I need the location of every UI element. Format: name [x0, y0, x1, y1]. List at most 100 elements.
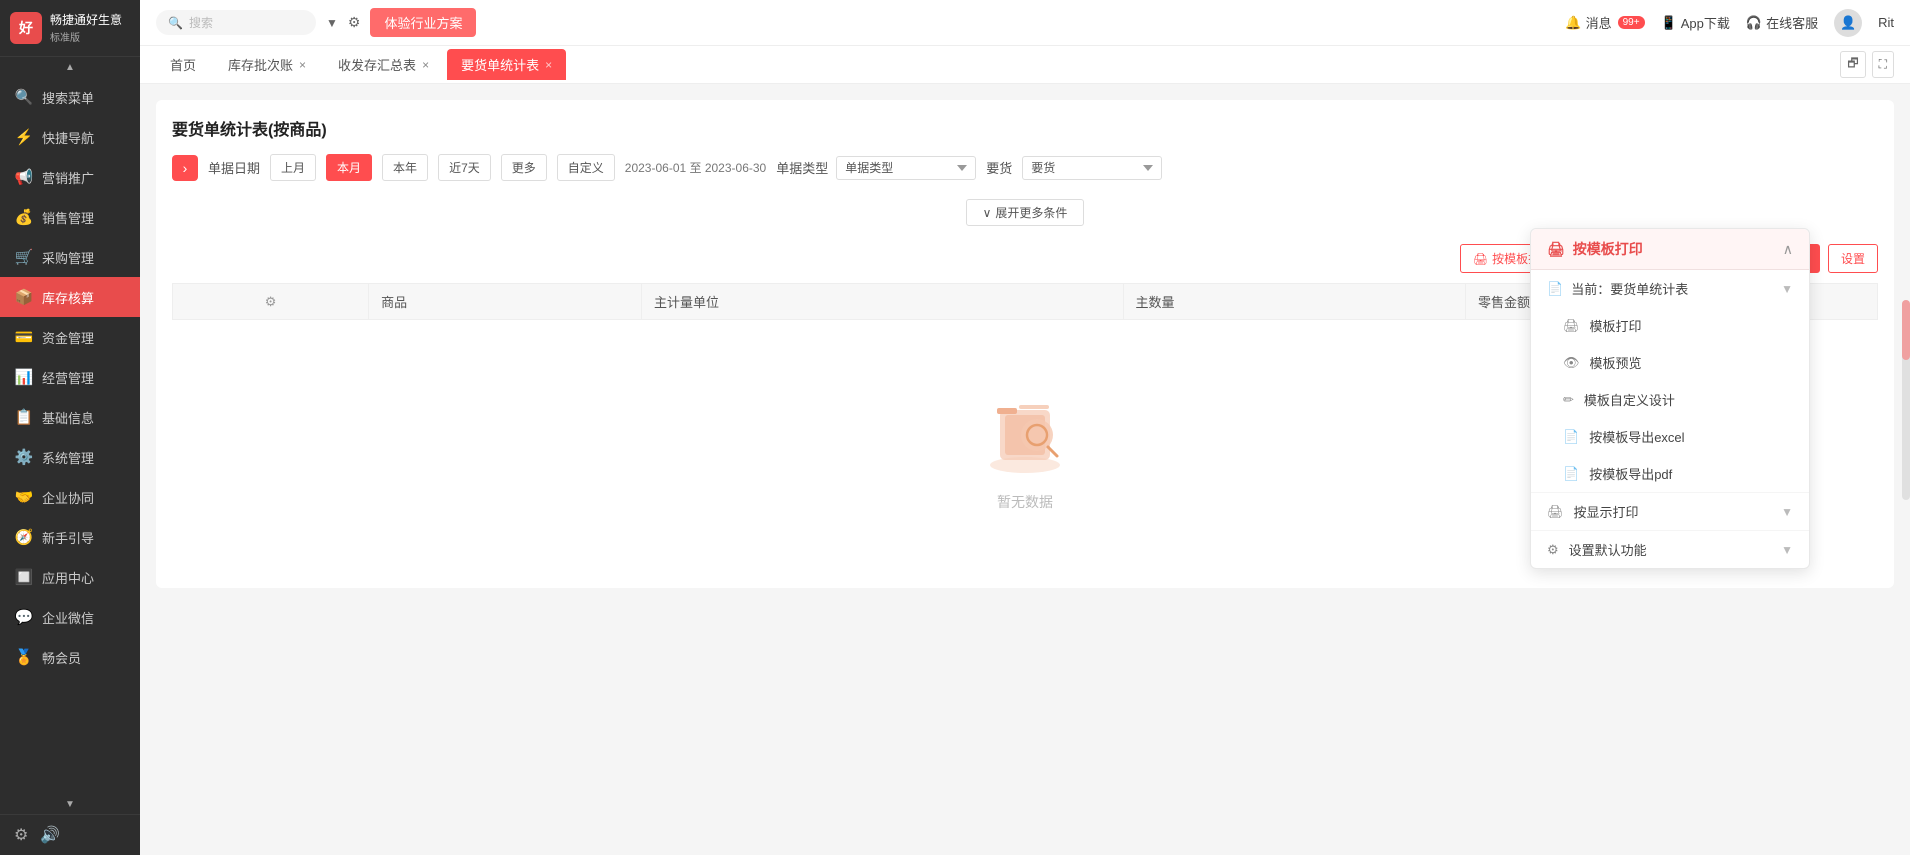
sidebar-item-newbie[interactable]: 🧭 新手引导	[0, 517, 140, 557]
tab-batch-account-close[interactable]: ×	[299, 58, 306, 72]
sidebar-scroll-up[interactable]: ▲	[0, 57, 140, 77]
sidebar-item-finance[interactable]: 💳 资金管理	[0, 317, 140, 357]
sidebar-item-sales[interactable]: 💰 销售管理	[0, 197, 140, 237]
tab-fullscreen-btn[interactable]: ⛶	[1872, 51, 1894, 78]
template-preview-icon: 👁	[1563, 355, 1580, 371]
online-service-btn[interactable]: 🎧 在线客服	[1746, 13, 1818, 32]
tab-order-summary-close[interactable]: ×	[545, 58, 552, 72]
gear-icon: ⚙	[265, 294, 277, 309]
dropdown-item-template-print[interactable]: 🖨 模板打印	[1531, 307, 1809, 344]
tab-home[interactable]: 首页	[156, 49, 210, 80]
settings-btn[interactable]: 设置	[1828, 244, 1878, 273]
sidebar-item-apps[interactable]: 🔲 应用中心	[0, 557, 140, 597]
sidebar-item-label: 搜索菜单	[42, 88, 94, 107]
newbie-icon: 🧭	[14, 527, 34, 547]
filter-row: › 单据日期 上月 本月 本年 近7天 更多 自定义 2023-06-01 至 …	[172, 154, 1878, 181]
sidebar-scroll-down[interactable]: ▼	[0, 794, 140, 814]
table-header-gear[interactable]: ⚙	[173, 284, 369, 320]
basic-icon: 📋	[14, 407, 34, 427]
table-header-unit: 主计量单位	[642, 284, 1124, 320]
app-download-btn[interactable]: 📱 App下载	[1661, 13, 1730, 32]
date-filter-label: 单据日期	[208, 158, 260, 177]
dropdown-current-label: 当前：要货单统计表	[1571, 279, 1688, 298]
date-btn-last-month[interactable]: 上月	[270, 154, 316, 181]
dropdown-title: 按模板打印	[1573, 239, 1643, 259]
dropdown-section-display-print[interactable]: 🖨 按显示打印 ▼	[1531, 492, 1809, 530]
goods-filter-label: 要货	[986, 158, 1012, 177]
sidebar-item-label: 库存核算	[42, 288, 94, 307]
notifications-badge: 99+	[1618, 16, 1645, 29]
sidebar-item-wechat[interactable]: 💬 企业微信	[0, 597, 140, 637]
sidebar-item-basic[interactable]: 📋 基础信息	[0, 397, 140, 437]
tab-receipt-summary-close[interactable]: ×	[422, 58, 429, 72]
topbar-gear-icon[interactable]: ⚙	[348, 14, 361, 31]
dropdown-collapse-btn[interactable]: ∧	[1783, 241, 1793, 258]
dropdown-item-export-pdf[interactable]: 📄 按模板导出pdf	[1531, 455, 1809, 492]
sidebar-item-label: 基础信息	[42, 408, 94, 427]
sidebar-item-label: 快捷导航	[42, 128, 94, 147]
current-template-icon: 📄	[1547, 281, 1563, 297]
notifications-label: 消息	[1586, 13, 1612, 32]
marketing-icon: 📢	[14, 167, 34, 187]
tab-order-summary[interactable]: 要货单统计表 ×	[447, 49, 566, 80]
chevron-right-icon: ›	[183, 160, 188, 176]
expand-more-btn[interactable]: ∨ 展开更多条件	[966, 199, 1085, 226]
tab-batch-account-label: 库存批次账	[228, 55, 293, 74]
date-range-text: 2023-06-01 至 2023-06-30	[625, 159, 766, 176]
date-btn-custom[interactable]: 自定义	[557, 154, 615, 181]
sidebar-footer: ⚙ 🔊	[0, 814, 140, 855]
right-scrollbar[interactable]	[1902, 300, 1910, 500]
sidebar-item-marketing[interactable]: 📢 营销推广	[0, 157, 140, 197]
date-btn-7days[interactable]: 近7天	[438, 154, 491, 181]
topbar-search-box[interactable]: 🔍 搜索	[156, 10, 316, 35]
sidebar-item-member[interactable]: 🏅 畅会员	[0, 637, 140, 677]
set-default-icon: ⚙	[1547, 542, 1559, 558]
sidebar-item-inventory[interactable]: 📦 库存核算	[0, 277, 140, 317]
date-btn-this-month[interactable]: 本月	[326, 154, 372, 181]
dropdown-section-set-default[interactable]: ⚙ 设置默认功能 ▼	[1531, 530, 1809, 568]
tab-restore-btn[interactable]: 🗗	[1840, 51, 1865, 78]
sidebar-item-search[interactable]: 🔍 搜索菜单	[0, 77, 140, 117]
topbar-dropdown-button[interactable]: ▼	[326, 16, 338, 30]
bell-icon: 🔔	[1565, 15, 1581, 31]
sidebar-item-label: 企业协同	[42, 488, 94, 507]
quick-icon: ⚡	[14, 127, 34, 147]
template-print-icon: 🖨	[1563, 318, 1580, 334]
sidebar-item-quick[interactable]: ⚡ 快捷导航	[0, 117, 140, 157]
sidebar-item-label: 畅会员	[42, 648, 81, 667]
app-name: 畅捷通好生意	[50, 12, 122, 29]
notifications-btn[interactable]: 🔔 消息 99+	[1565, 13, 1644, 32]
sidebar-item-purchase[interactable]: 🛒 采购管理	[0, 237, 140, 277]
operation-icon: 📊	[14, 367, 34, 387]
sidebar-item-system[interactable]: ⚙️ 系统管理	[0, 437, 140, 477]
wechat-icon: 💬	[14, 607, 34, 627]
dropdown-current-template[interactable]: 📄 当前：要货单统计表 ▼	[1531, 270, 1809, 307]
dropdown-item-export-excel[interactable]: 📄 按模板导出excel	[1531, 418, 1809, 455]
dropdown-item-template-preview[interactable]: 👁 模板预览	[1531, 344, 1809, 381]
trial-btn[interactable]: 体验行业方案	[370, 8, 476, 37]
type-filter-label: 单据类型	[776, 158, 828, 177]
export-pdf-icon: 📄	[1563, 466, 1579, 482]
sidebar-item-collab[interactable]: 🤝 企业协同	[0, 477, 140, 517]
tab-receipt-summary[interactable]: 收发存汇总表 ×	[324, 49, 443, 80]
filter-expand-btn[interactable]: ›	[172, 155, 198, 181]
current-arrow-icon: ▼	[1781, 282, 1793, 296]
dropdown-item-template-design[interactable]: ✏ 模板自定义设计	[1531, 381, 1809, 418]
type-filter-select[interactable]: 单据类型 要货单	[836, 156, 976, 180]
footer-sound-icon[interactable]: 🔊	[40, 825, 60, 845]
date-btn-this-year[interactable]: 本年	[382, 154, 428, 181]
sidebar: 好 畅捷通好生意 标准版 ▲ 🔍 搜索菜单 ⚡ 快捷导航 📢 营销推广 💰 销售…	[0, 0, 140, 855]
sidebar-item-label: 应用中心	[42, 568, 94, 587]
footer-settings-icon[interactable]: ⚙	[14, 825, 28, 845]
tab-batch-account[interactable]: 库存批次账 ×	[214, 49, 320, 80]
sidebar-item-operation[interactable]: 📊 经营管理	[0, 357, 140, 397]
avatar-icon: 👤	[1840, 15, 1856, 31]
export-excel-label: 按模板导出excel	[1589, 427, 1684, 446]
user-avatar[interactable]: 👤	[1834, 9, 1862, 37]
export-pdf-label: 按模板导出pdf	[1589, 464, 1672, 483]
date-btn-more[interactable]: 更多	[501, 154, 547, 181]
sidebar-item-label: 销售管理	[42, 208, 94, 227]
main-content: 🔍 搜索 ▼ ⚙ 体验行业方案 🔔 消息 99+ 📱 App下载 🎧 在线客服 …	[140, 0, 1910, 855]
app-logo-icon: 好	[10, 12, 42, 44]
goods-filter-select[interactable]: 要货	[1022, 156, 1162, 180]
